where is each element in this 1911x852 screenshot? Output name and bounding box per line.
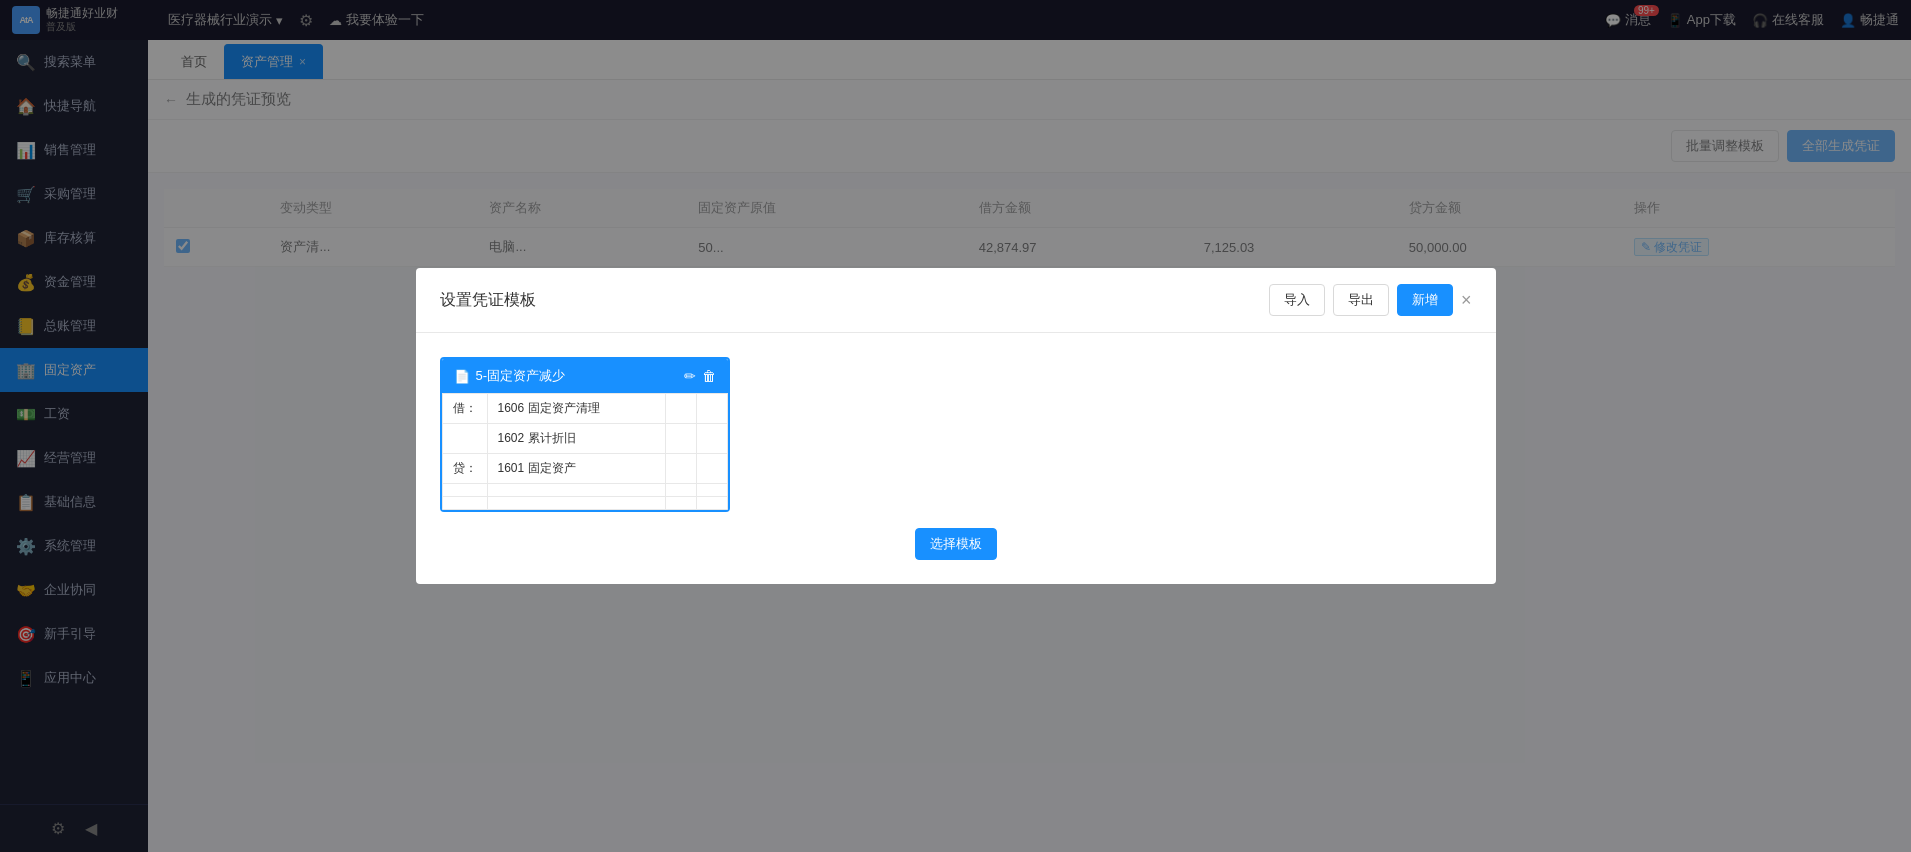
import-btn[interactable]: 导入 — [1269, 284, 1325, 316]
modal-title: 设置凭证模板 — [440, 290, 536, 311]
template-entries-table: 借： 1606 固定资产清理 1602 累计折旧 — [442, 393, 728, 510]
content-area: 首页 资产管理 × ← 生成的凭证预览 批量调整模板 全部生成凭证 — [148, 40, 1911, 852]
page-content: ← 生成的凭证预览 批量调整模板 全部生成凭证 变动类型 资产名称 — [148, 80, 1911, 852]
template-entry-row: 借： 1606 固定资产清理 — [442, 394, 727, 424]
template-empty-row — [442, 497, 727, 510]
modal-close-btn[interactable]: × — [1461, 290, 1472, 311]
select-template-btn[interactable]: 选择模板 — [915, 528, 997, 560]
modal-actions: 导入 导出 新增 — [1269, 284, 1453, 316]
export-btn[interactable]: 导出 — [1333, 284, 1389, 316]
template-body: 借： 1606 固定资产清理 1602 累计折旧 — [442, 393, 728, 510]
template-name: 5-固定资产减少 — [476, 367, 566, 385]
template-empty-row — [442, 484, 727, 497]
new-btn[interactable]: 新增 — [1397, 284, 1453, 316]
template-doc-icon: 📄 — [454, 369, 470, 384]
template-entry-row: 1602 累计折旧 — [442, 424, 727, 454]
modal-body: 📄 5-固定资产减少 ✏ 🗑 — [416, 333, 1496, 584]
main-area: 🔍 搜索菜单 🏠 快捷导航 📊 销售管理 🛒 采购管理 📦 库存核 — [0, 40, 1911, 852]
modal-overlay: 设置凭证模板 导入 导出 新增 × — [148, 80, 1911, 852]
template-card-header: 📄 5-固定资产减少 ✏ 🗑 — [442, 359, 728, 393]
template-card: 📄 5-固定资产减少 ✏ 🗑 — [440, 357, 730, 512]
modal-header: 设置凭证模板 导入 导出 新增 × — [416, 268, 1496, 333]
set-template-modal: 设置凭证模板 导入 导出 新增 × — [416, 268, 1496, 584]
template-delete-icon[interactable]: 🗑 — [702, 368, 716, 384]
template-edit-icon[interactable]: ✏ — [684, 368, 696, 384]
template-entry-row: 贷： 1601 固定资产 — [442, 454, 727, 484]
app-container: AtA 畅捷通好业财 普及版 医疗器械行业演示 ▾ ⚙ ☁ 我要体验一下 💬 消… — [0, 0, 1911, 852]
